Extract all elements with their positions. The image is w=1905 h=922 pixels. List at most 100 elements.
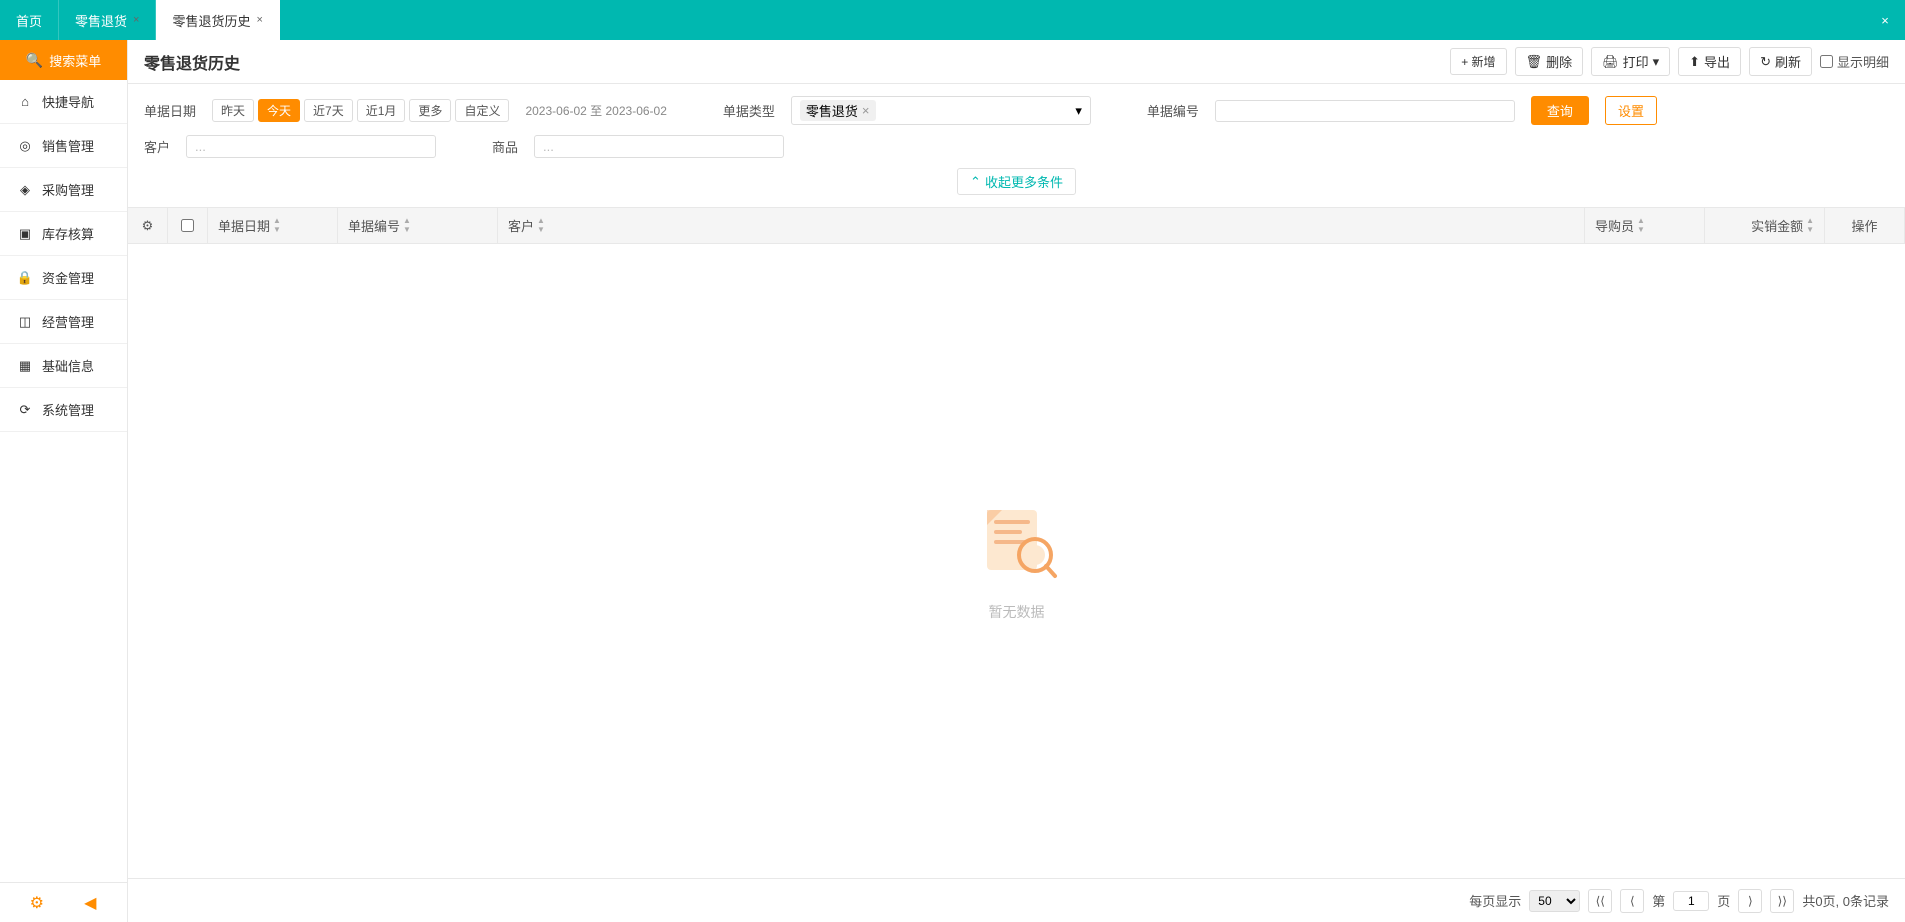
- number-sort-icon[interactable]: ▲▼: [403, 217, 411, 234]
- type-tag-close-icon[interactable]: ×: [862, 103, 870, 118]
- th-action: 操作: [1825, 208, 1905, 243]
- inventory-icon: ▣: [16, 225, 34, 243]
- export-button[interactable]: ⬆ 导出: [1678, 47, 1741, 76]
- date-btn-1month[interactable]: 近1月: [357, 99, 406, 122]
- filter-area: 单据日期 昨天 今天 近7天 近1月 更多 自定义 2023-06-02 至 2…: [128, 84, 1905, 208]
- filter-row-2: 客户 ... 商品 ...: [144, 135, 1889, 158]
- basicinfo-icon: ▦: [16, 357, 34, 375]
- number-filter-input[interactable]: [1215, 100, 1515, 122]
- th-number: 单据编号 ▲▼: [338, 208, 498, 243]
- tab-retail-return[interactable]: 零售退货 ×: [59, 0, 156, 40]
- sidebar-item-quicknav[interactable]: ⌂ 快捷导航: [0, 80, 127, 124]
- sidebar-item-purchase[interactable]: ◈ 采购管理: [0, 168, 127, 212]
- dropdown-arrow-icon: ▾: [1075, 103, 1082, 119]
- select-all-checkbox[interactable]: [181, 219, 194, 232]
- total-pages-label: 共0页, 0条记录: [1802, 891, 1889, 910]
- date-filter-buttons: 昨天 今天 近7天 近1月 更多 自定义: [212, 99, 509, 122]
- th-guide: 导购员 ▲▼: [1585, 208, 1705, 243]
- customer-sort-icon[interactable]: ▲▼: [537, 217, 545, 234]
- topbar: 首页 零售退货 × 零售退货历史 × ×: [0, 0, 1905, 40]
- page-size-select[interactable]: 50 10 20 100: [1529, 890, 1580, 912]
- date-sort-icon[interactable]: ▲▼: [273, 217, 281, 234]
- customer-filter-input[interactable]: ...: [186, 135, 436, 158]
- page-text: 第: [1652, 891, 1665, 910]
- new-button[interactable]: + 新增: [1450, 48, 1506, 75]
- print-dropdown-icon: ▾: [1653, 54, 1660, 70]
- type-filter-tag: 零售退货 ×: [800, 100, 876, 121]
- type-filter-label: 单据类型: [723, 101, 775, 120]
- goods-filter-label: 商品: [492, 137, 518, 156]
- page-number-input[interactable]: [1673, 891, 1709, 911]
- th-date: 单据日期 ▲▼: [208, 208, 338, 243]
- date-btn-yesterday[interactable]: 昨天: [212, 99, 254, 122]
- tab-retail-return-history[interactable]: 零售退货历史 ×: [156, 0, 279, 40]
- empty-text: 暂无数据: [989, 602, 1045, 622]
- window-close-button[interactable]: ×: [1865, 0, 1905, 40]
- guide-sort-icon[interactable]: ▲▼: [1637, 217, 1645, 234]
- page-unit-label: 页: [1717, 891, 1730, 910]
- settings-filter-button[interactable]: 设置: [1605, 96, 1657, 125]
- th-settings[interactable]: ⚙: [128, 208, 168, 243]
- print-button[interactable]: 🖨 打印 ▾: [1591, 47, 1670, 76]
- management-icon: ◫: [16, 313, 34, 331]
- refresh-button[interactable]: ↻ 刷新: [1749, 47, 1812, 76]
- topbar-tabs: 首页 零售退货 × 零售退货历史 ×: [0, 0, 1865, 40]
- empty-state-icon: [967, 500, 1067, 590]
- main-layout: 🔍 搜索菜单 ⌂ 快捷导航 ◎ 销售管理 ◈ 采购管理 ▣ 库存核算 🔒 资金: [0, 40, 1905, 922]
- finance-icon: 🔒: [16, 269, 34, 287]
- export-icon: ⬆: [1689, 54, 1700, 70]
- refresh-icon: ↻: [1760, 54, 1771, 70]
- date-range-display: 2023-06-02 至 2023-06-02: [525, 102, 666, 119]
- sidebar-item-basicinfo[interactable]: ▦ 基础信息: [0, 344, 127, 388]
- goods-filter-input[interactable]: ...: [534, 135, 784, 158]
- page-title: 零售退货历史: [144, 50, 240, 74]
- date-btn-today[interactable]: 今天: [258, 99, 300, 122]
- sidebar-item-finance[interactable]: 🔒 资金管理: [0, 256, 127, 300]
- show-detail-checkbox[interactable]: 显示明细: [1820, 52, 1889, 71]
- sidebar-menu: ⌂ 快捷导航 ◎ 销售管理 ◈ 采购管理 ▣ 库存核算 🔒 资金管理 ◫ 经营管…: [0, 80, 127, 882]
- search-icon: 🔍: [26, 52, 43, 69]
- delete-icon: 🗑: [1526, 54, 1543, 70]
- system-icon: ⟳: [16, 401, 34, 419]
- date-btn-7days[interactable]: 近7天: [304, 99, 353, 122]
- sidebar-search-button[interactable]: 🔍 搜索菜单: [0, 40, 127, 80]
- sidebar-item-system[interactable]: ⟳ 系统管理: [0, 388, 127, 432]
- tab-home[interactable]: 首页: [0, 0, 59, 40]
- amount-sort-icon[interactable]: ▲▼: [1806, 217, 1814, 234]
- collapse-icon: ⌃: [970, 174, 981, 190]
- settings-button[interactable]: ⚙: [21, 887, 53, 919]
- number-filter-label: 单据编号: [1147, 101, 1199, 120]
- sidebar-item-inventory[interactable]: ▣ 库存核算: [0, 212, 127, 256]
- collapse-button[interactable]: ⌃ 收起更多条件: [957, 168, 1076, 195]
- date-btn-custom[interactable]: 自定义: [455, 99, 509, 122]
- purchase-icon: ◈: [16, 181, 34, 199]
- close-tab-retail-return-icon[interactable]: ×: [133, 14, 139, 26]
- page-size-label: 每页显示: [1469, 891, 1521, 910]
- content-area: 零售退货历史 + 新增 🗑 删除 🖨 打印 ▾ ⬆ 导出 ↻: [128, 40, 1905, 922]
- sidebar-bottom: ⚙ ◀: [0, 882, 127, 922]
- last-page-button[interactable]: ⟩⟩: [1770, 889, 1794, 913]
- pagination: 每页显示 50 10 20 100 ⟨⟨ ⟨ 第 页 ⟩ ⟩⟩ 共0页, 0条记…: [128, 878, 1905, 922]
- first-page-button[interactable]: ⟨⟨: [1588, 889, 1612, 913]
- table-header: ⚙ 单据日期 ▲▼ 单据编号 ▲▼ 客: [128, 208, 1905, 244]
- query-button[interactable]: 查询: [1531, 96, 1589, 125]
- delete-button[interactable]: 🗑 删除: [1515, 47, 1584, 76]
- th-check[interactable]: [168, 208, 208, 243]
- sidebar: 🔍 搜索菜单 ⌂ 快捷导航 ◎ 销售管理 ◈ 采购管理 ▣ 库存核算 🔒 资金: [0, 40, 128, 922]
- sidebar-item-management[interactable]: ◫ 经营管理: [0, 300, 127, 344]
- date-btn-more[interactable]: 更多: [409, 99, 451, 122]
- page-header: 零售退货历史 + 新增 🗑 删除 🖨 打印 ▾ ⬆ 导出 ↻: [128, 40, 1905, 84]
- type-filter-dropdown[interactable]: 零售退货 × ▾: [791, 96, 1091, 125]
- close-tab-history-icon[interactable]: ×: [256, 14, 262, 26]
- next-page-button[interactable]: ⟩: [1738, 889, 1762, 913]
- collapse-sidebar-button[interactable]: ◀: [74, 887, 106, 919]
- filter-row-1: 单据日期 昨天 今天 近7天 近1月 更多 自定义 2023-06-02 至 2…: [144, 96, 1889, 125]
- home-icon: ⌂: [16, 93, 34, 111]
- prev-page-button[interactable]: ⟨: [1620, 889, 1644, 913]
- th-customer: 客户 ▲▼: [498, 208, 1585, 243]
- table-wrap: ⚙ 单据日期 ▲▼ 单据编号 ▲▼ 客: [128, 208, 1905, 922]
- collapse-row: ⌃ 收起更多条件: [144, 168, 1889, 195]
- print-icon: 🖨: [1602, 54, 1619, 70]
- sales-icon: ◎: [16, 137, 34, 155]
- sidebar-item-sales[interactable]: ◎ 销售管理: [0, 124, 127, 168]
